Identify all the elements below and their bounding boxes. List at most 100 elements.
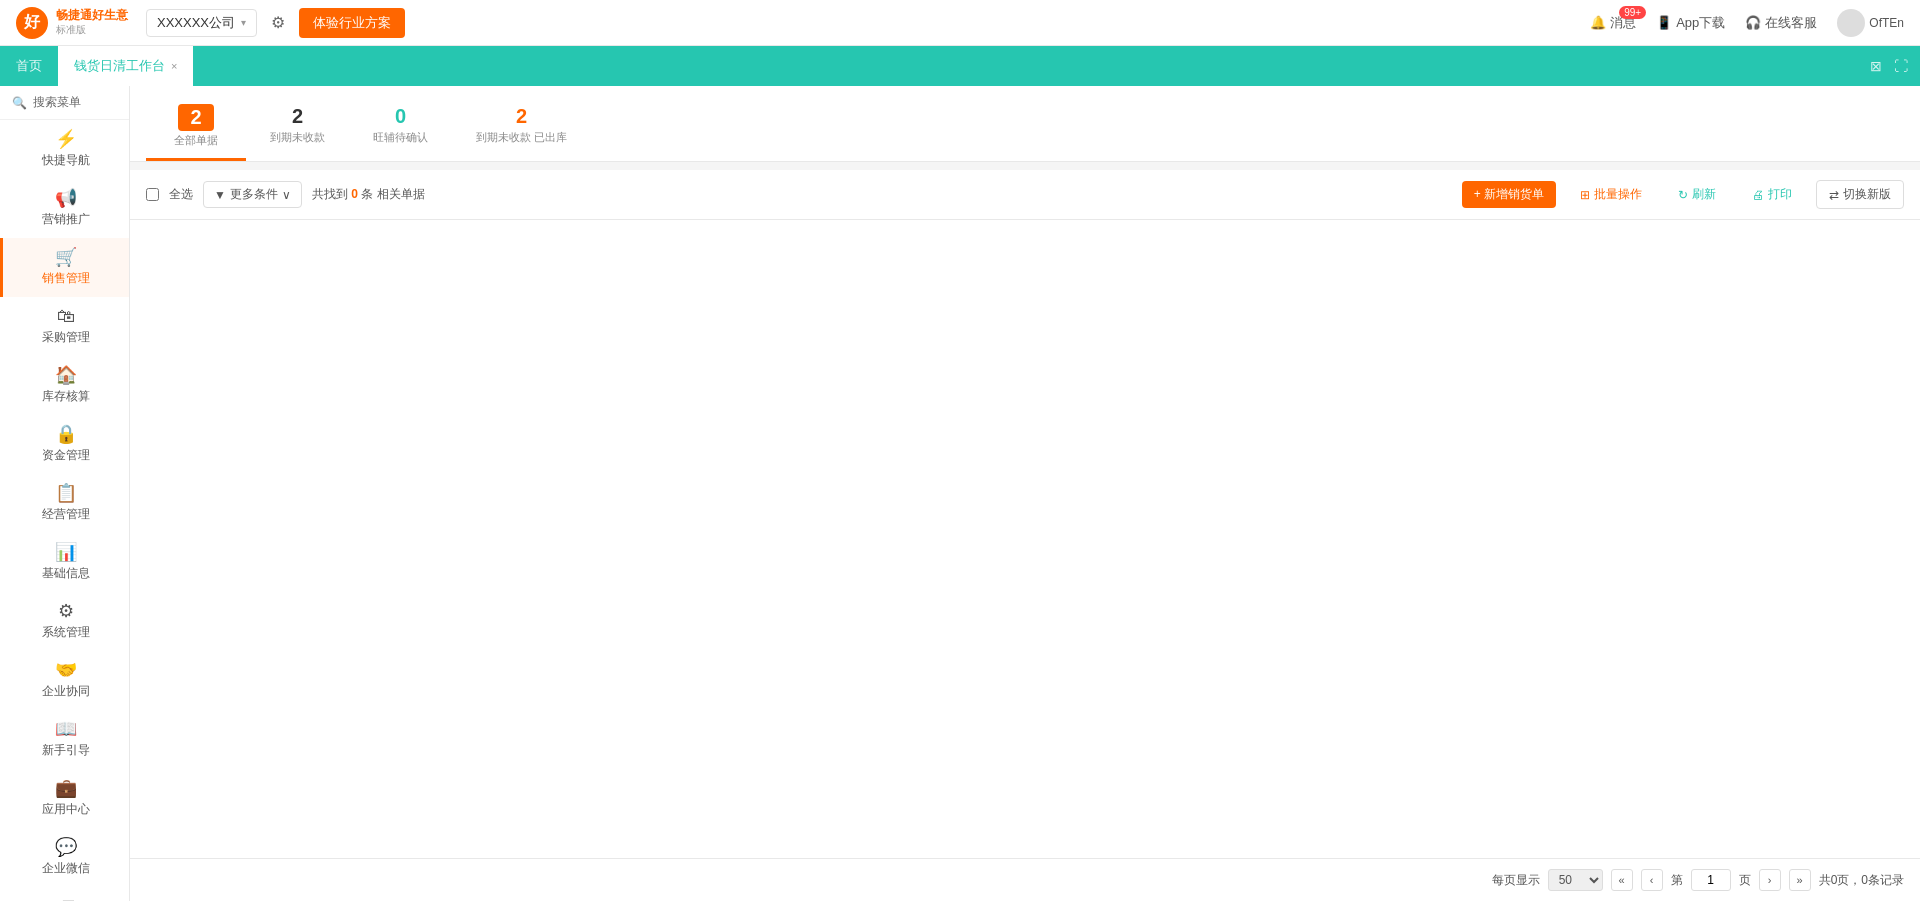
print-button[interactable]: 🖨 打印 (1740, 181, 1804, 208)
stat-label-overdue: 到期未收款 (270, 130, 325, 145)
sidebar-item-label: 采购管理 (42, 329, 90, 346)
sidebar-item-apps[interactable]: 💼 应用中心 (0, 769, 129, 828)
stat-tab-all[interactable]: 2 全部单据 (146, 96, 246, 161)
next-page-button[interactable]: › (1759, 869, 1781, 891)
sidebar-item-label: 销售管理 (42, 270, 90, 287)
pagination: 每页显示 50 20 100 « ‹ 第 页 › » 共0页，0条记录 (130, 858, 1920, 901)
sidebar-item-label: 新手引导 (42, 742, 90, 759)
sidebar-item-label: 快捷导航 (42, 152, 90, 169)
sidebar-item-label: 经营管理 (42, 506, 90, 523)
table-area (130, 220, 1920, 858)
sidebar-item-marketing[interactable]: 📢 营销推广 (0, 179, 129, 238)
online-service-label: 在线客服 (1765, 14, 1817, 32)
sidebar-item-inventory[interactable]: 🏠 库存核算 (0, 356, 129, 415)
settings-icon[interactable]: ⚙ (267, 9, 289, 36)
sidebar-item-purchase[interactable]: 🛍 采购管理 (0, 297, 129, 356)
found-prefix: 共找到 (312, 187, 348, 201)
sidebar-item-sales[interactable]: 🛒 销售管理 (0, 238, 129, 297)
bell-icon: 🔔 (1590, 15, 1606, 30)
toolbar-right: + 新增销货单 ⊞ 批量操作 ↻ 刷新 🖨 打印 ⇄ 切换新版 (1462, 180, 1904, 209)
inventory-icon: 🏠 (55, 366, 77, 384)
found-count: 0 (351, 187, 358, 201)
marketing-icon: 📢 (55, 189, 77, 207)
stats-tabs: 2 全部单据 2 到期未收款 0 旺辅待确认 2 到期未收款 已出库 (130, 86, 1920, 162)
guide-icon: 📖 (55, 720, 77, 738)
sidebar: 🔍 搜索菜单 ⚡ 快捷导航 📢 营销推广 🛒 销售管理 🛍 采购管理 🏠 库存核… (0, 86, 130, 901)
tab-daily-work-label: 钱货日清工作台 (74, 57, 165, 75)
sidebar-item-quick-nav[interactable]: ⚡ 快捷导航 (0, 120, 129, 179)
filter-label: 更多条件 (230, 186, 278, 203)
sidebar-item-finance[interactable]: 🔒 资金管理 (0, 415, 129, 474)
window-restore-icon[interactable]: ⊠ (1870, 58, 1882, 74)
message-button[interactable]: 🔔 消息 99+ (1590, 14, 1636, 32)
switch-label: 切换新版 (1843, 186, 1891, 203)
sidebar-item-system[interactable]: ⚙ 系统管理 (0, 592, 129, 651)
new-sale-button[interactable]: + 新增销货单 (1462, 181, 1556, 208)
filter-button[interactable]: ▼ 更多条件 ∨ (203, 181, 302, 208)
window-maximize-icon[interactable]: ⛶ (1894, 58, 1908, 74)
tab-home[interactable]: 首页 (0, 57, 58, 75)
app-download-button[interactable]: 📱 App下载 (1656, 14, 1725, 32)
sidebar-item-label: 应用中心 (42, 801, 90, 818)
system-icon: ⚙ (58, 602, 74, 620)
sidebar-item-guide[interactable]: 📖 新手引导 (0, 710, 129, 769)
page-end-word: 页 (1739, 872, 1751, 889)
sidebar-item-label: 系统管理 (42, 624, 90, 641)
logo-area: 好 畅捷通好生意 标准版 (16, 7, 146, 39)
stat-number-pending: 0 (395, 104, 406, 128)
stat-tab-overdue[interactable]: 2 到期未收款 (246, 96, 349, 161)
sidebar-item-operations[interactable]: 📋 经营管理 (0, 474, 129, 533)
first-page-button[interactable]: « (1611, 869, 1633, 891)
sidebar-item-label: 企业协同 (42, 683, 90, 700)
per-page-select[interactable]: 50 20 100 (1548, 869, 1603, 891)
avatar-image (1837, 9, 1865, 37)
refresh-icon: ↻ (1678, 188, 1688, 202)
company-name: XXXXXX公司 (157, 14, 235, 32)
prev-page-button[interactable]: ‹ (1641, 869, 1663, 891)
avatar[interactable]: OfTEn (1837, 9, 1904, 37)
experience-button[interactable]: 体验行业方案 (299, 8, 405, 38)
tab-window-controls: ⊠ ⛶ (1870, 58, 1920, 74)
logo-title: 畅捷通好生意 (56, 8, 128, 22)
avatar-name: OfTEn (1869, 16, 1904, 30)
company-selector[interactable]: XXXXXX公司 ▾ (146, 9, 257, 37)
tab-close-icon[interactable]: × (171, 60, 177, 72)
found-text: 共找到 0 条 相关单据 (312, 186, 425, 203)
print-label: 打印 (1768, 186, 1792, 203)
toolbar: 全选 ▼ 更多条件 ∨ 共找到 0 条 相关单据 + 新增销货单 ⊞ 批量操作 … (130, 170, 1920, 220)
sidebar-item-wechat[interactable]: 💬 企业微信 (0, 828, 129, 887)
stat-tab-overdue-shipped[interactable]: 2 到期未收款 已出库 (452, 96, 591, 161)
logo-icon: 好 (16, 7, 48, 39)
batch-ops-label: 批量操作 (1594, 186, 1642, 203)
quick-nav-icon: ⚡ (55, 130, 77, 148)
online-service-button[interactable]: 🎧 在线客服 (1745, 14, 1817, 32)
batch-ops-button[interactable]: ⊞ 批量操作 (1568, 181, 1654, 208)
operations-icon: 📋 (55, 484, 77, 502)
stat-number-all: 2 (178, 104, 213, 131)
refresh-label: 刷新 (1692, 186, 1716, 203)
logo-subtitle: 标准版 (56, 23, 128, 37)
sidebar-item-basic-info[interactable]: 📊 基础信息 (0, 533, 129, 592)
content-area: 2 全部单据 2 到期未收款 0 旺辅待确认 2 到期未收款 已出库 全选 ▼ … (130, 86, 1920, 901)
sidebar-item-label: 基础信息 (42, 565, 90, 582)
last-page-button[interactable]: » (1789, 869, 1811, 891)
per-page-label: 每页显示 (1492, 872, 1540, 889)
batch-ops-icon: ⊞ (1580, 188, 1590, 202)
main-layout: 🔍 搜索菜单 ⚡ 快捷导航 📢 营销推广 🛒 销售管理 🛍 采购管理 🏠 库存核… (0, 86, 1920, 901)
sidebar-item-member[interactable]: 🏷 畅会员 (0, 887, 129, 901)
refresh-button[interactable]: ↻ 刷新 (1666, 181, 1728, 208)
select-all-checkbox[interactable] (146, 188, 159, 201)
tab-daily-work[interactable]: 钱货日清工作台 × (58, 46, 193, 86)
message-badge: 99+ (1619, 6, 1646, 19)
stat-label-pending: 旺辅待确认 (373, 130, 428, 145)
sidebar-item-label: 企业微信 (42, 860, 90, 877)
search-menu-label: 搜索菜单 (33, 94, 81, 111)
app-download-label: App下载 (1676, 14, 1725, 32)
sidebar-item-cooperation[interactable]: 🤝 企业协同 (0, 651, 129, 710)
stat-tab-pending[interactable]: 0 旺辅待确认 (349, 96, 452, 161)
switch-icon: ⇄ (1829, 188, 1839, 202)
page-number-input[interactable] (1691, 869, 1731, 891)
search-icon: 🔍 (12, 96, 27, 110)
search-menu-button[interactable]: 🔍 搜索菜单 (0, 86, 129, 120)
switch-new-version-button[interactable]: ⇄ 切换新版 (1816, 180, 1904, 209)
